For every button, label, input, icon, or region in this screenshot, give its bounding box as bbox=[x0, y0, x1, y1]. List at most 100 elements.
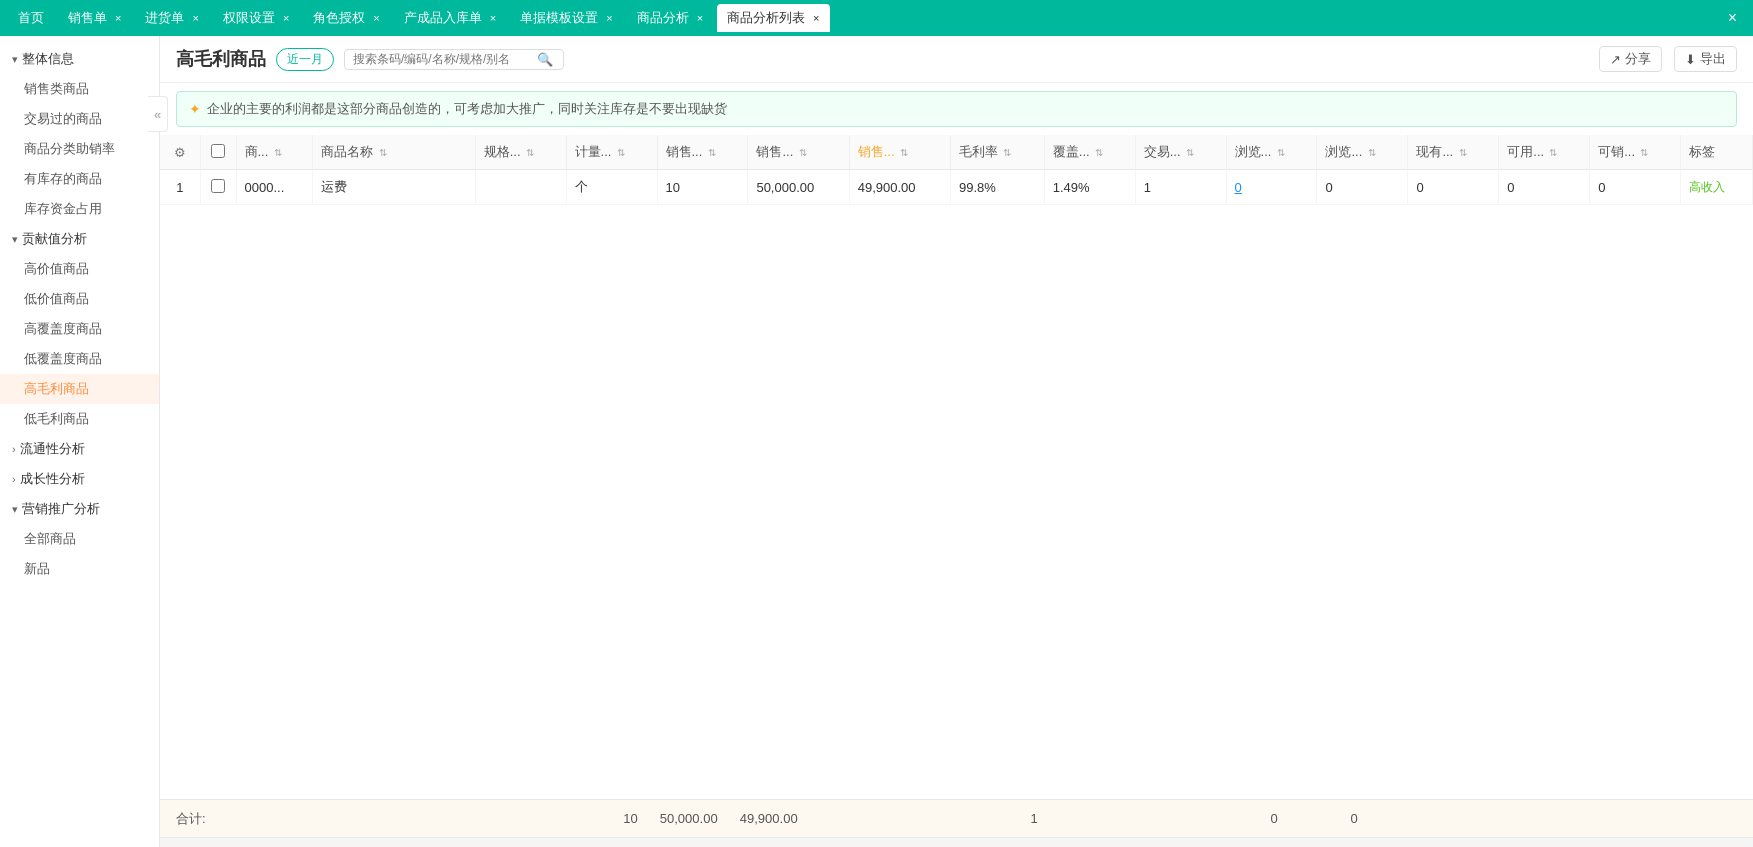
close-tab-purchase[interactable]: × bbox=[192, 12, 198, 24]
sidebar-item-high-coverage[interactable]: 高覆盖度商品 bbox=[0, 314, 159, 344]
sort-icon-code[interactable]: ⇅ bbox=[274, 147, 282, 158]
close-tab-sales[interactable]: × bbox=[115, 12, 121, 24]
tab-permission-settings[interactable]: 权限设置 × bbox=[213, 4, 299, 32]
sort-icon-avail-stock[interactable]: ⇅ bbox=[1549, 147, 1557, 158]
share-button[interactable]: ↗ 分享 bbox=[1599, 46, 1662, 72]
content-header: 高毛利商品 近一月 🔍 ↗ 分享 ⬇ 导出 bbox=[160, 36, 1753, 83]
sidebar-item-low-margin[interactable]: 低毛利商品 bbox=[0, 404, 159, 434]
cell-browse-link[interactable]: 0 bbox=[1226, 170, 1317, 205]
footer-label: 合计: bbox=[176, 810, 206, 828]
close-tab-template[interactable]: × bbox=[606, 12, 612, 24]
sidebar-item-sale-goods[interactable]: 销售类商品 bbox=[0, 74, 159, 104]
arrow-icon3: › bbox=[12, 443, 16, 455]
header-actions: ↗ 分享 ⬇ 导出 bbox=[1599, 46, 1737, 72]
sidebar-group-marketing[interactable]: ▾ 营销推广分析 bbox=[0, 494, 159, 524]
sort-icon-browse-rate[interactable]: ⇅ bbox=[1368, 147, 1376, 158]
footer-avail-stock: 0 bbox=[1286, 811, 1366, 826]
sort-icon-trade[interactable]: ⇅ bbox=[1186, 147, 1194, 158]
col-sale-amount: 销售... ⇅ bbox=[748, 135, 849, 170]
footer-current-stock: 0 bbox=[1206, 811, 1286, 826]
tab-role-auth[interactable]: 角色授权 × bbox=[303, 4, 389, 32]
col-current-stock: 现有... ⇅ bbox=[1408, 135, 1499, 170]
tab-template-settings[interactable]: 单据模板设置 × bbox=[510, 4, 622, 32]
gear-icon[interactable]: ⚙ bbox=[174, 145, 186, 160]
col-trade-count: 交易... ⇅ bbox=[1135, 135, 1226, 170]
sidebar-item-all-goods[interactable]: 全部商品 bbox=[0, 524, 159, 554]
col-sale-profit: 销售... ⇅ bbox=[849, 135, 950, 170]
sort-icon-current-stock[interactable]: ⇅ bbox=[1459, 147, 1467, 158]
close-tab-goods-list[interactable]: × bbox=[813, 12, 819, 24]
sort-icon-spec[interactable]: ⇅ bbox=[526, 147, 534, 158]
col-name: 商品名称 ⇅ bbox=[313, 135, 475, 170]
close-tab-warehousing[interactable]: × bbox=[490, 12, 496, 24]
col-gross-rate: 毛利率 ⇅ bbox=[950, 135, 1044, 170]
bottom-scrollbar[interactable] bbox=[160, 837, 1753, 847]
sidebar-group-liquidity[interactable]: › 流通性分析 bbox=[0, 434, 159, 464]
search-box: 🔍 bbox=[344, 49, 564, 70]
cell-index: 1 bbox=[160, 170, 200, 205]
sidebar-item-traded-goods[interactable]: 交易过的商品 bbox=[0, 104, 159, 134]
sort-icon-name[interactable]: ⇅ bbox=[379, 147, 387, 158]
sidebar-item-high-margin[interactable]: 高毛利商品 bbox=[0, 374, 159, 404]
sidebar-item-high-value[interactable]: 高价值商品 bbox=[0, 254, 159, 284]
close-tab-permission[interactable]: × bbox=[283, 12, 289, 24]
sidebar-item-stock-capital[interactable]: 库存资金占用 bbox=[0, 194, 159, 224]
col-unit: 计量... ⇅ bbox=[566, 135, 657, 170]
sidebar-item-category-rate[interactable]: 商品分类助销率 bbox=[0, 134, 159, 164]
info-banner: ✦ 企业的主要的利润都是这部分商品创造的，可考虑加大推广，同时关注库存是不要出现… bbox=[176, 91, 1737, 127]
sort-icon-sale-profit[interactable]: ⇅ bbox=[900, 147, 908, 158]
footer-sale-amount: 50,000.00 bbox=[646, 811, 726, 826]
share-icon: ↗ bbox=[1610, 52, 1621, 67]
tab-home[interactable]: 首页 bbox=[8, 4, 54, 32]
cell-gross-rate: 99.8% bbox=[950, 170, 1044, 205]
col-spec: 规格... ⇅ bbox=[475, 135, 566, 170]
tab-sales-order[interactable]: 销售单 × bbox=[58, 4, 131, 32]
sort-icon-sale-qty[interactable]: ⇅ bbox=[708, 147, 716, 158]
tab-product-warehousing[interactable]: 产成品入库单 × bbox=[394, 4, 506, 32]
arrow-icon2: ▾ bbox=[12, 233, 18, 246]
col-checkbox bbox=[200, 135, 236, 170]
search-input[interactable] bbox=[353, 52, 533, 66]
col-browse-rate: 浏览... ⇅ bbox=[1317, 135, 1408, 170]
close-tab-goods-analysis[interactable]: × bbox=[697, 12, 703, 24]
col-tag: 标签 bbox=[1681, 135, 1753, 170]
sidebar-item-in-stock-goods[interactable]: 有库存的商品 bbox=[0, 164, 159, 194]
sort-icon-saleable[interactable]: ⇅ bbox=[1640, 147, 1648, 158]
select-all-checkbox[interactable] bbox=[211, 144, 225, 158]
arrow-icon4: › bbox=[12, 473, 16, 485]
search-icon[interactable]: 🔍 bbox=[537, 52, 553, 67]
window-close-button[interactable]: × bbox=[1720, 9, 1745, 27]
sidebar-item-new-goods[interactable]: 新品 bbox=[0, 554, 159, 584]
main-layout: ▾ 整体信息 销售类商品 交易过的商品 商品分类助销率 有库存的商品 库存资金占… bbox=[0, 36, 1753, 847]
sort-icon-browse-count[interactable]: ⇅ bbox=[1277, 147, 1285, 158]
cell-browse-rate: 0 bbox=[1317, 170, 1408, 205]
sort-icon-coverage[interactable]: ⇅ bbox=[1095, 147, 1103, 158]
cell-trade-count: 1 bbox=[1135, 170, 1226, 205]
sort-icon-gross-rate[interactable]: ⇅ bbox=[1003, 147, 1011, 158]
table-container: ⚙ 商... ⇅ 商品名称 ⇅ bbox=[160, 135, 1753, 799]
close-tab-role[interactable]: × bbox=[373, 12, 379, 24]
export-button[interactable]: ⬇ 导出 bbox=[1674, 46, 1737, 72]
cell-name: 运费 bbox=[313, 170, 475, 205]
cell-current-stock: 0 bbox=[1408, 170, 1499, 205]
top-nav: 首页 销售单 × 进货单 × 权限设置 × 角色授权 × 产成品入库单 × 单据… bbox=[0, 0, 1753, 36]
sidebar-group-growth[interactable]: › 成长性分析 bbox=[0, 464, 159, 494]
tab-purchase-order[interactable]: 进货单 × bbox=[135, 4, 208, 32]
col-saleable-stock: 可销... ⇅ bbox=[1590, 135, 1681, 170]
cell-sale-profit: 49,900.00 bbox=[849, 170, 950, 205]
tab-goods-analysis[interactable]: 商品分析 × bbox=[627, 4, 713, 32]
table-row: 1 0000... 运费 个 10 50,000.00 49,900.00 99… bbox=[160, 170, 1753, 205]
tab-goods-analysis-list[interactable]: 商品分析列表 × bbox=[717, 4, 829, 32]
cell-unit: 个 bbox=[566, 170, 657, 205]
time-filter-button[interactable]: 近一月 bbox=[276, 48, 334, 71]
sidebar-item-low-value[interactable]: 低价值商品 bbox=[0, 284, 159, 314]
content-area: 高毛利商品 近一月 🔍 ↗ 分享 ⬇ 导出 ✦ 企业的主要的利润都是这部分 bbox=[160, 36, 1753, 847]
sidebar-group-overall[interactable]: ▾ 整体信息 bbox=[0, 44, 159, 74]
sort-icon-unit[interactable]: ⇅ bbox=[617, 147, 625, 158]
sort-icon-sale-amount[interactable]: ⇅ bbox=[799, 147, 807, 158]
cell-code: 0000... bbox=[236, 170, 313, 205]
row-checkbox[interactable] bbox=[211, 179, 225, 193]
sidebar-group-contribution[interactable]: ▾ 贡献值分析 bbox=[0, 224, 159, 254]
sidebar-item-low-coverage[interactable]: 低覆盖度商品 bbox=[0, 344, 159, 374]
sidebar-collapse-button[interactable]: « bbox=[148, 96, 168, 132]
